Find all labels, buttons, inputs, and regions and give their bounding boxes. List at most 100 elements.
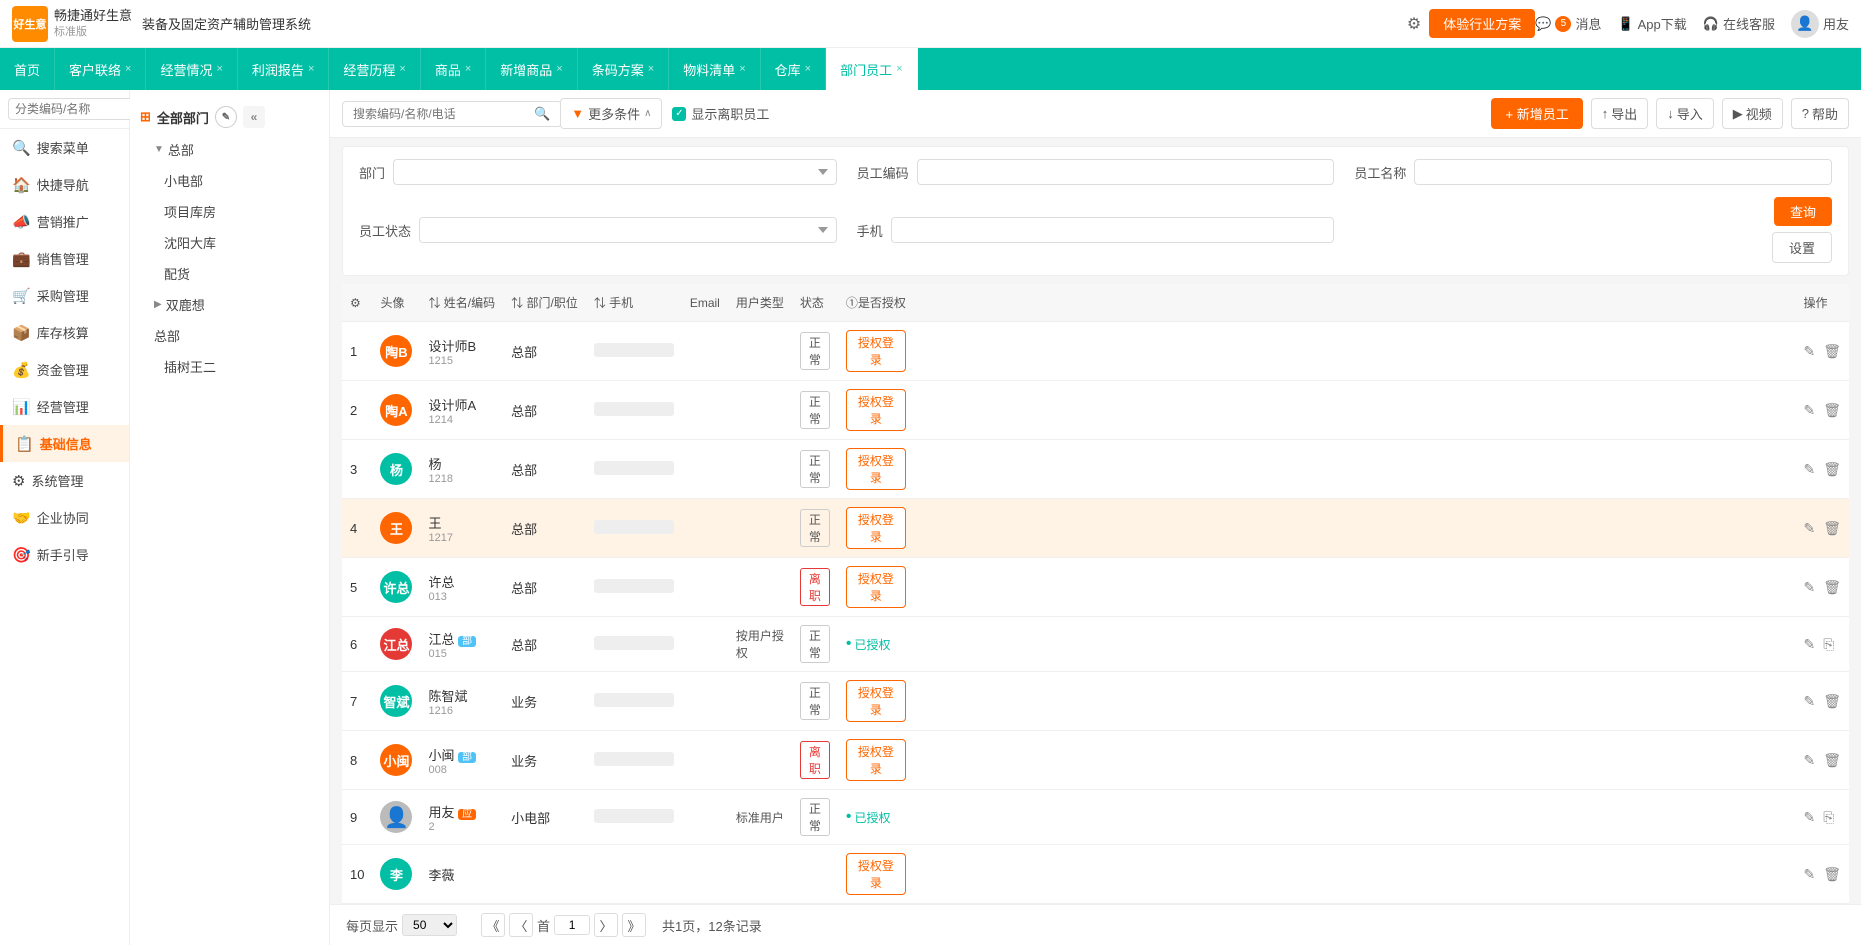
online-service-button[interactable]: 🎧 在线客服 (1703, 14, 1775, 33)
dept-node-zongbu[interactable]: 总部 (130, 320, 329, 351)
dept-node-shuanglu[interactable]: ▶ 双鹿想 (130, 289, 329, 320)
trial-button[interactable]: 体验行业方案 (1429, 9, 1535, 38)
help-button[interactable]: ? 帮助 (1791, 98, 1849, 129)
edit-icon[interactable]: ✎ (1803, 866, 1815, 883)
close-icon[interactable]: × (399, 63, 405, 75)
copy-icon[interactable]: ⎘ (1823, 636, 1834, 653)
dept-node-xiaodian[interactable]: 小电部 (130, 165, 329, 196)
dept-node-chashuwang[interactable]: 插树王二 (130, 351, 329, 382)
sidebar-item-basic-info[interactable]: 📋 基础信息 (0, 425, 129, 462)
tab-new-goods[interactable]: 新增商品 × (486, 48, 577, 90)
tab-history[interactable]: 经营历程 × (329, 48, 420, 90)
page-number-input[interactable] (554, 915, 590, 935)
empname-filter-input[interactable] (1414, 159, 1832, 185)
sidebar-item-purchase[interactable]: 🛒 采购管理 (0, 277, 129, 314)
show-former-checkbox[interactable]: ✓ (672, 107, 686, 121)
reset-button[interactable]: 设置 (1772, 232, 1832, 263)
close-icon[interactable]: × (125, 63, 131, 75)
per-page-select[interactable]: 50 100 200 (402, 914, 457, 936)
edit-icon[interactable]: ✎ (1803, 343, 1815, 360)
tab-department-employee[interactable]: 部门员工 × (826, 48, 917, 90)
close-icon[interactable]: × (896, 63, 902, 75)
delete-icon[interactable]: 🗑 (1823, 579, 1841, 596)
tab-business-status[interactable]: 经营情况 × (146, 48, 237, 90)
sidebar-item-sales[interactable]: 💼 销售管理 (0, 240, 129, 277)
sidebar-item-system[interactable]: ⚙ 系统管理 (0, 462, 129, 499)
next-page-button[interactable]: 〉 (594, 913, 618, 937)
tab-warehouse[interactable]: 仓库 × (761, 48, 826, 90)
tab-barcode[interactable]: 条码方案 × (578, 48, 669, 90)
edit-icon[interactable]: ✎ (1803, 752, 1815, 769)
copy-icon[interactable]: ⎘ (1823, 809, 1834, 826)
sidebar-item-finance[interactable]: 💰 资金管理 (0, 351, 129, 388)
close-icon[interactable]: × (556, 63, 562, 75)
col-dept-position[interactable]: ⇅ 部门/职位 (503, 284, 586, 322)
sidebar-item-collab[interactable]: 🤝 企业协同 (0, 499, 129, 536)
export-button[interactable]: ↑ 导出 (1591, 98, 1649, 129)
status-filter-select[interactable] (419, 217, 837, 243)
edit-icon[interactable]: ✎ (1803, 520, 1815, 537)
app-download-button[interactable]: 📱 App下载 (1617, 14, 1686, 33)
close-icon[interactable]: × (648, 63, 654, 75)
sidebar-item-business[interactable]: 📊 经营管理 (0, 388, 129, 425)
user-avatar-button[interactable]: 👤 用友 (1791, 10, 1849, 38)
edit-icon[interactable]: ✎ (1803, 636, 1815, 653)
tab-goods[interactable]: 商品 × (421, 48, 486, 90)
dept-collapse-button[interactable]: « (243, 106, 265, 128)
prev-page-button[interactable]: 〈 (509, 913, 533, 937)
dept-node-project[interactable]: 项目库房 (130, 196, 329, 227)
close-icon[interactable]: × (739, 63, 745, 75)
delete-icon[interactable]: 🗑 (1823, 461, 1841, 478)
delete-icon[interactable]: 🗑 (1823, 752, 1841, 769)
sidebar-item-search[interactable]: 🔍 搜索菜单 (0, 129, 129, 166)
video-button[interactable]: ▶ 视频 (1722, 98, 1783, 129)
sidebar-item-guide[interactable]: 🎯 新手引导 (0, 536, 129, 573)
message-button[interactable]: 💬 5 消息 (1535, 14, 1601, 33)
edit-icon[interactable]: ✎ (1803, 809, 1815, 826)
edit-icon[interactable]: ✎ (1803, 461, 1815, 478)
auth-button[interactable]: 授权登录 (846, 566, 906, 608)
empcode-filter-input[interactable] (917, 159, 1335, 185)
auth-button[interactable]: 授权登录 (846, 330, 906, 372)
dept-node-shenyang[interactable]: 沈阳大库 (130, 227, 329, 258)
auth-button[interactable]: 授权登录 (846, 448, 906, 490)
sidebar-item-inventory[interactable]: 📦 库存核算 (0, 314, 129, 351)
phone-filter-input[interactable] (891, 217, 1335, 243)
tab-home[interactable]: 首页 (0, 48, 55, 90)
dept-node-peihuo[interactable]: 配货 (130, 258, 329, 289)
delete-icon[interactable]: 🗑 (1823, 866, 1841, 883)
tab-bom[interactable]: 物料清单 × (669, 48, 760, 90)
gear-icon[interactable]: ⚙ (1407, 14, 1421, 34)
close-icon[interactable]: × (805, 63, 811, 75)
employee-search-button[interactable]: 🔍 (534, 106, 550, 122)
delete-icon[interactable]: 🗑 (1823, 402, 1841, 419)
first-page-button[interactable]: 《 (481, 913, 505, 937)
dept-filter-select[interactable] (393, 159, 837, 185)
dept-node-parent[interactable]: ▼ 总部 (130, 134, 329, 165)
auth-button[interactable]: 授权登录 (846, 507, 906, 549)
add-employee-button[interactable]: + 新增员工 (1491, 98, 1582, 129)
dept-edit-button[interactable]: ✎ (215, 106, 237, 128)
close-icon[interactable]: × (308, 63, 314, 75)
edit-icon[interactable]: ✎ (1803, 693, 1815, 710)
delete-icon[interactable]: 🗑 (1823, 693, 1841, 710)
auth-button[interactable]: 授权登录 (846, 680, 906, 722)
auth-button[interactable]: 授权登录 (846, 739, 906, 781)
sidebar-item-quicknav[interactable]: 🏠 快捷导航 (0, 166, 129, 203)
delete-icon[interactable]: 🗑 (1823, 343, 1841, 360)
close-icon[interactable]: × (216, 63, 222, 75)
import-button[interactable]: ↓ 导入 (1656, 98, 1714, 129)
tab-customer[interactable]: 客户联络 × (55, 48, 146, 90)
more-conditions-button[interactable]: ▼ 更多条件 ∧ (560, 98, 662, 129)
delete-icon[interactable]: 🗑 (1823, 520, 1841, 537)
sidebar-item-marketing[interactable]: 📣 营销推广 (0, 203, 129, 240)
employee-search-input[interactable] (342, 101, 562, 127)
show-former-checkbox-area[interactable]: ✓ 显示离职员工 (672, 104, 769, 123)
col-name-code[interactable]: ⇅ 姓名/编码 (420, 284, 503, 322)
close-icon[interactable]: × (465, 63, 471, 75)
edit-icon[interactable]: ✎ (1803, 579, 1815, 596)
edit-icon[interactable]: ✎ (1803, 402, 1815, 419)
auth-button[interactable]: 授权登录 (846, 389, 906, 431)
tab-profit[interactable]: 利润报告 × (238, 48, 329, 90)
query-button[interactable]: 查询 (1774, 197, 1832, 226)
